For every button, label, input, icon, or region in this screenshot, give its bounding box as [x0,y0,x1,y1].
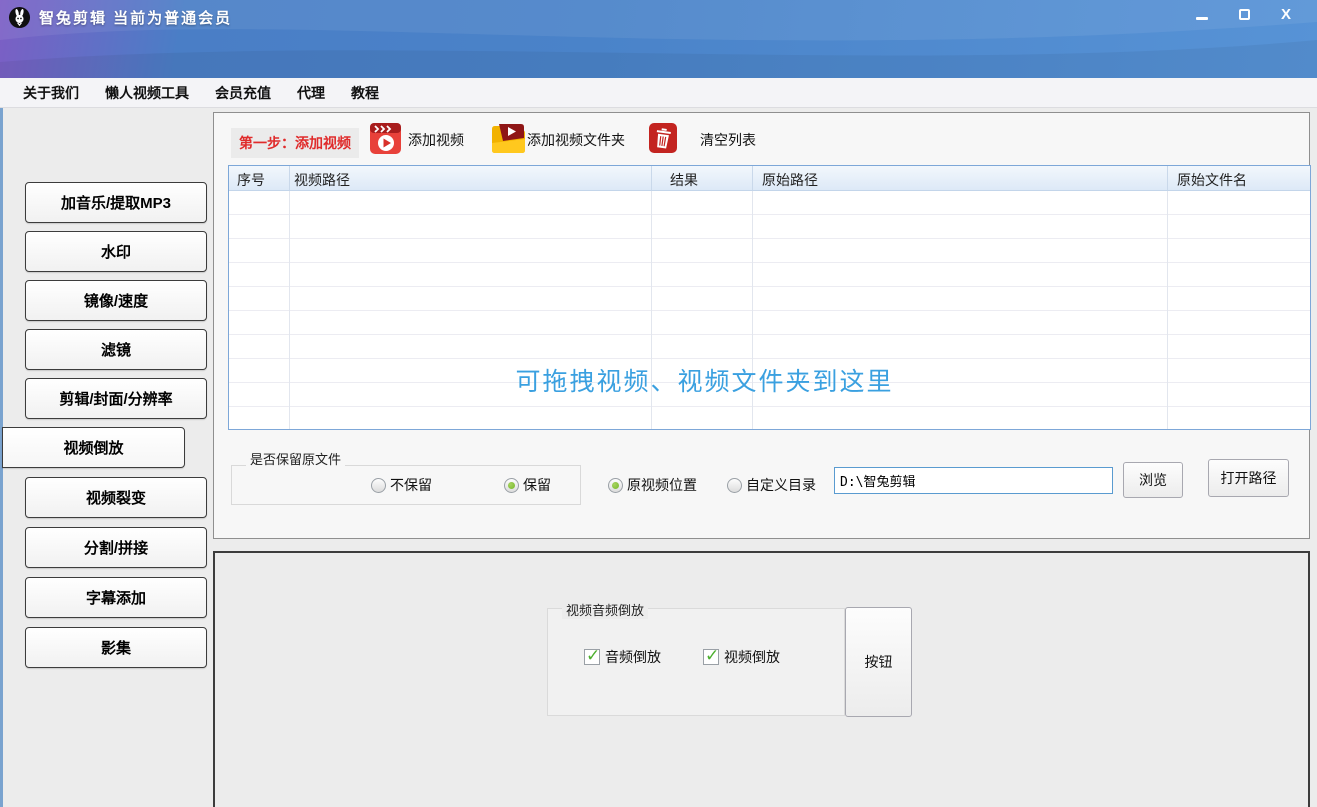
column-divider [1167,166,1168,190]
add-video-button[interactable]: 添加视频 [408,130,464,150]
checkbox-label: 视频倒放 [724,649,780,665]
radio-label: 原视频位置 [627,477,697,493]
radio-icon [727,477,742,493]
video-audio-reverse-group-label: 视频音频倒放 [562,600,649,619]
column-divider [752,166,753,190]
film-add-icon[interactable] [369,122,402,155]
drag-drop-hint-text: 可拖拽视频、视频文件夹到这里 [515,369,894,396]
video-list-panel: 第一步：添加视频 添加视频 添加视频文件夹 清空列表 序号 视频路径 结果 原始… [213,112,1311,539]
table-row [229,239,1310,263]
minimize-icon [1196,16,1208,20]
radio-selected-icon [504,477,519,493]
window-title: 智兔剪辑 当前为普通会员 [39,10,233,27]
sidebar-item-mirror-speed[interactable]: 镜像/速度 [25,280,207,321]
trash-icon[interactable] [648,122,678,154]
add-video-folder-button[interactable]: 添加视频文件夹 [527,130,625,150]
browse-button[interactable]: 浏览 [1123,462,1183,498]
column-header-original-path[interactable]: 原始路径 [762,170,818,190]
sidebar-item-video-fission[interactable]: 视频裂变 [25,477,207,518]
table-row [229,191,1310,215]
table-row [229,311,1310,335]
open-path-button[interactable]: 打开路径 [1208,459,1289,497]
menu-item-lazy-video-tools[interactable]: 懒人视频工具 [92,78,202,108]
step-one-label: 第一步：添加视频 [231,128,359,158]
sidebar-item-split-join[interactable]: 分割/拼接 [25,527,207,568]
sidebar-item-add-music-extract-mp3[interactable]: 加音乐/提取MP3 [25,182,207,223]
checkbox-video-reverse[interactable]: 视频倒放 [703,646,780,667]
radio-not-keep[interactable]: 不保留 [371,475,432,495]
table-row [229,263,1310,287]
sidebar-item-clip-cover-resolution[interactable]: 剪辑/封面/分辨率 [25,378,207,419]
radio-keep[interactable]: 保留 [504,475,551,495]
keep-original-group-label: 是否保留原文件 [246,449,346,468]
execute-button[interactable]: 按钮 [845,607,912,717]
radio-label: 自定义目录 [746,477,816,493]
reverse-settings-panel: 视频音频倒放 音频倒放 视频倒放 按钮 [213,551,1310,807]
menu-item-about[interactable]: 关于我们 [10,78,92,108]
output-path-input[interactable] [834,467,1113,494]
content-area: 加音乐/提取MP3 水印 镜像/速度 滤镜 剪辑/封面/分辨率 视频倒放 视频裂… [0,108,1317,807]
minimize-button[interactable] [1189,4,1215,24]
column-header-result[interactable]: 结果 [670,170,698,190]
sidebar-item-subtitle-add[interactable]: 字幕添加 [25,577,207,618]
checkbox-checked-icon [703,646,719,666]
column-divider [651,166,652,190]
table-header-row: 序号 视频路径 结果 原始路径 原始文件名 [229,166,1310,191]
column-header-video-path[interactable]: 视频路径 [294,170,350,190]
checkbox-label: 音频倒放 [605,649,661,665]
clear-list-button[interactable]: 清空列表 [700,130,756,150]
radio-original-video-location[interactable]: 原视频位置 [608,475,697,495]
sidebar-item-album[interactable]: 影集 [25,627,207,668]
menu-item-membership[interactable]: 会员充值 [202,78,284,108]
table-row [229,407,1310,429]
checkbox-checked-icon [584,646,600,666]
sidebar-item-watermark[interactable]: 水印 [25,231,207,272]
menu-item-tutorial[interactable]: 教程 [338,78,392,108]
column-divider [289,166,290,190]
column-header-original-filename[interactable]: 原始文件名 [1177,170,1247,190]
close-button[interactable]: X [1273,4,1299,24]
sidebar-item-video-reverse[interactable]: 视频倒放 [2,427,185,468]
radio-custom-directory[interactable]: 自定义目录 [727,475,816,495]
app-logo-rabbit-icon [8,6,31,29]
table-row [229,335,1310,359]
maximize-icon [1238,8,1250,20]
radio-icon [371,477,386,493]
radio-label: 保留 [523,477,551,493]
menu-item-agent[interactable]: 代理 [284,78,338,108]
title-bar: 智兔剪辑 当前为普通会员 X [0,0,1317,78]
app-window: 智兔剪辑 当前为普通会员 X 关于我们 懒人视频工具 会员充值 代理 教程 加音… [0,0,1317,807]
table-row [229,287,1310,311]
folder-video-icon[interactable] [491,123,526,154]
video-list-table: 序号 视频路径 结果 原始路径 原始文件名 可拖拽视频、视频文件夹到这里 [228,165,1311,430]
menu-bar: 关于我们 懒人视频工具 会员充值 代理 教程 [0,78,1317,108]
radio-label: 不保留 [390,477,432,493]
maximize-button[interactable] [1231,4,1257,24]
close-icon: X [1280,5,1291,23]
radio-selected-icon [608,477,623,493]
sidebar-item-filter[interactable]: 滤镜 [25,329,207,370]
column-header-index[interactable]: 序号 [237,170,265,190]
checkbox-audio-reverse[interactable]: 音频倒放 [584,646,661,667]
table-row [229,215,1310,239]
